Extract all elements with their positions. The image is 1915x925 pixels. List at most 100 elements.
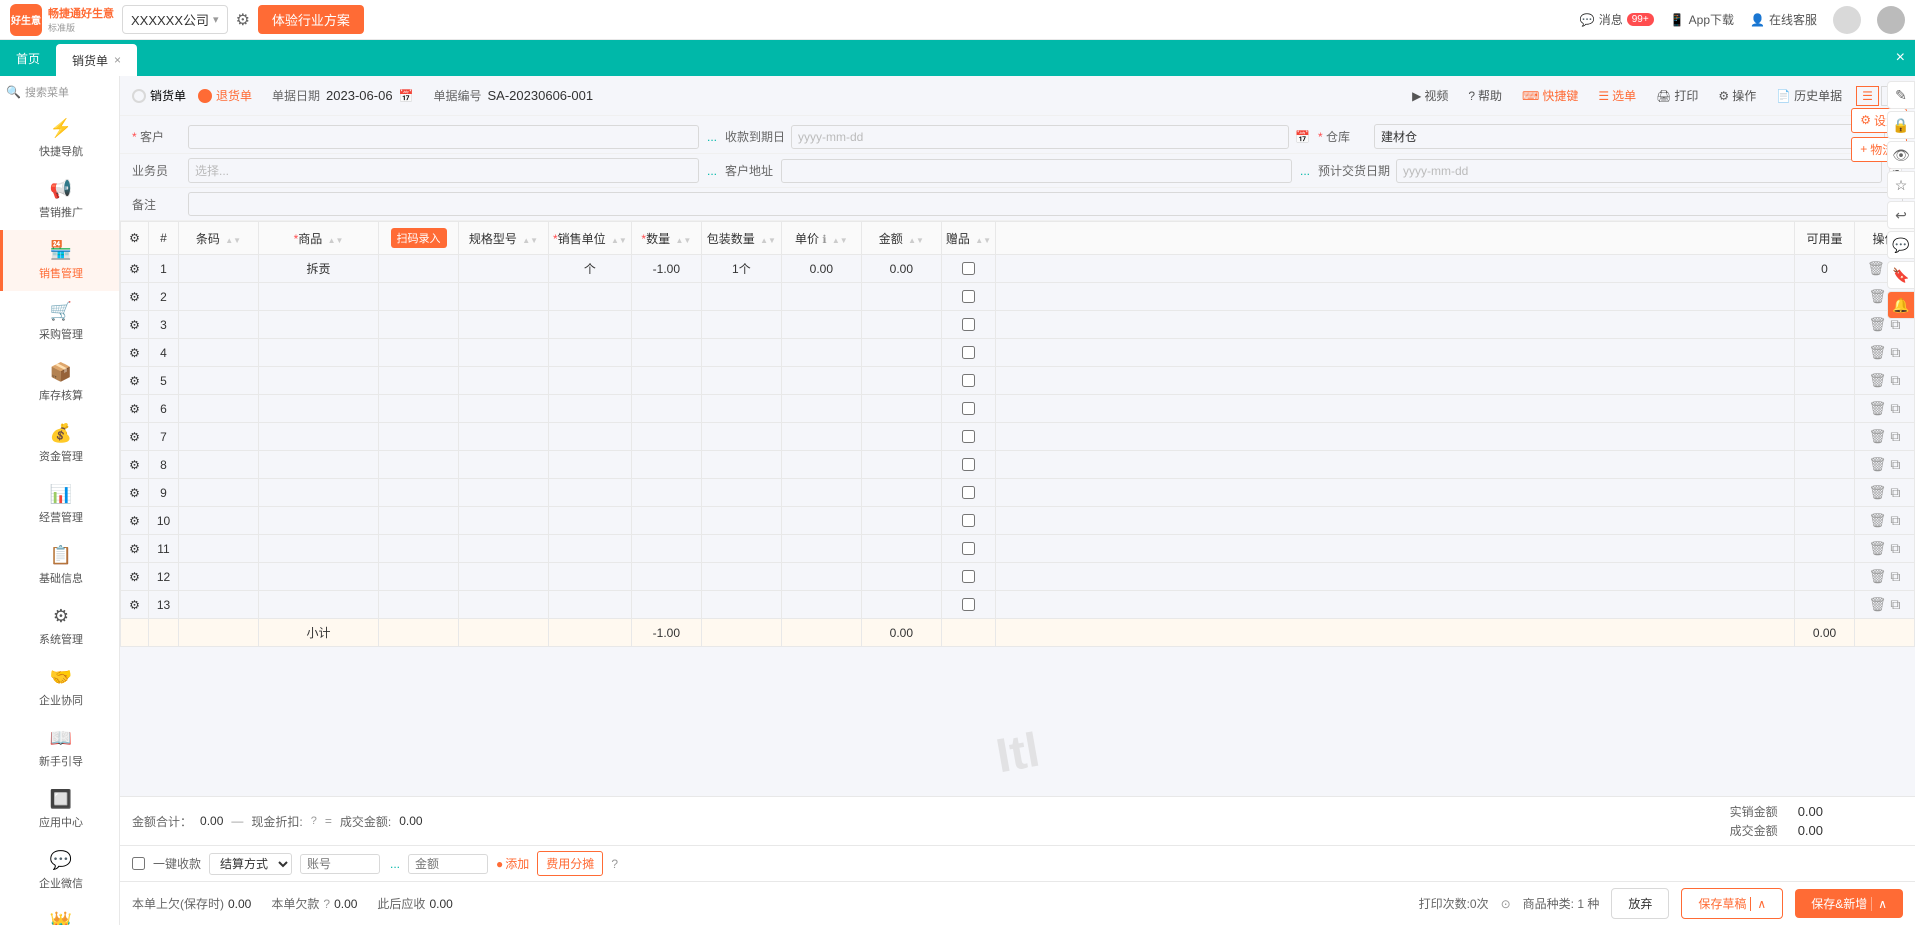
- discount-info-icon[interactable]: ?: [311, 815, 317, 827]
- sidebar-item-base-info[interactable]: 📋 基础信息: [0, 535, 119, 596]
- trial-btn[interactable]: 体验行业方案: [258, 5, 364, 34]
- customer-input[interactable]: [188, 125, 699, 149]
- side-float-lock[interactable]: 🔒: [1887, 111, 1915, 139]
- r9-settings[interactable]: ⚙: [121, 479, 149, 507]
- company-selector[interactable]: XXXXXX公司 ▾: [122, 5, 228, 34]
- toolbar-shortcut[interactable]: ⌨ 快捷键: [1516, 84, 1584, 107]
- row1-product[interactable]: 拆贡: [259, 255, 379, 283]
- r4-settings[interactable]: ⚙: [121, 339, 149, 367]
- r13-gift[interactable]: [962, 598, 975, 611]
- row1-pack[interactable]: 1个: [701, 255, 781, 283]
- r4-del[interactable]: 🗑: [1869, 344, 1887, 360]
- salesperson-input[interactable]: 选择...: [188, 158, 699, 183]
- row1-qty[interactable]: -1.00: [631, 255, 701, 283]
- r6-gift[interactable]: [962, 402, 975, 415]
- payment-method-select[interactable]: 结算方式: [209, 853, 292, 875]
- toolbar-video[interactable]: ▶ 视频: [1406, 84, 1454, 107]
- sidebar-item-app-center[interactable]: 🔲 应用中心: [0, 779, 119, 840]
- online-service-btn[interactable]: 👤 在线客服: [1750, 11, 1817, 28]
- expected-date-input[interactable]: yyyy-mm-dd: [1396, 159, 1882, 183]
- r4-gift[interactable]: [962, 346, 975, 359]
- r5-del[interactable]: 🗑: [1869, 372, 1887, 388]
- save-new-btn[interactable]: 保存&新增 ∧: [1795, 889, 1903, 918]
- sidebar-item-sales[interactable]: 🏪 销售管理: [0, 230, 119, 291]
- r11-copy[interactable]: ⧉: [1890, 540, 1900, 556]
- warehouse-input[interactable]: 建材仓: [1374, 124, 1885, 149]
- radio-sales[interactable]: 销货单: [132, 87, 186, 104]
- r5-copy[interactable]: ⧉: [1890, 372, 1900, 388]
- row1-unit[interactable]: 个: [549, 255, 632, 283]
- sidebar-search[interactable]: 🔍 搜索菜单: [0, 76, 119, 108]
- r3-gift[interactable]: [962, 318, 975, 331]
- tab-bar-close-icon[interactable]: ×: [1896, 49, 1905, 67]
- r9-copy[interactable]: ⧉: [1890, 484, 1900, 500]
- r4-copy[interactable]: ⧉: [1890, 344, 1900, 360]
- r9-gift[interactable]: [962, 486, 975, 499]
- row1-gift-checkbox[interactable]: [962, 262, 975, 275]
- row1-amount[interactable]: 0.00: [861, 255, 941, 283]
- tab-home[interactable]: 首页: [0, 40, 56, 76]
- r2-settings[interactable]: ⚙: [121, 283, 149, 311]
- r7-settings[interactable]: ⚙: [121, 423, 149, 451]
- side-float-refresh[interactable]: ↩: [1887, 201, 1915, 229]
- customer-addr-dots[interactable]: ...: [1300, 164, 1310, 178]
- r13-settings[interactable]: ⚙: [121, 591, 149, 619]
- r9-del[interactable]: 🗑: [1869, 484, 1887, 500]
- receive-date-input[interactable]: yyyy-mm-dd: [791, 125, 1289, 149]
- r7-gift[interactable]: [962, 430, 975, 443]
- r5-settings[interactable]: ⚙: [121, 367, 149, 395]
- save-draft-btn[interactable]: 保存草稿 ∧: [1681, 888, 1783, 919]
- r10-settings[interactable]: ⚙: [121, 507, 149, 535]
- r12-copy[interactable]: ⧉: [1890, 568, 1900, 584]
- message-btn[interactable]: 💬 消息 99+: [1580, 11, 1654, 28]
- customer-dots[interactable]: ...: [707, 130, 717, 144]
- sidebar-item-purchase[interactable]: 🛒 采购管理: [0, 291, 119, 352]
- r10-copy[interactable]: ⧉: [1890, 512, 1900, 528]
- one-click-checkbox[interactable]: [132, 857, 145, 870]
- r11-settings[interactable]: ⚙: [121, 535, 149, 563]
- list-view-btn[interactable]: ☰: [1856, 86, 1879, 106]
- r11-gift[interactable]: [962, 542, 975, 555]
- r13-del[interactable]: 🗑: [1869, 596, 1887, 612]
- salesperson-dots[interactable]: ...: [707, 164, 717, 178]
- app-download-btn[interactable]: 📱 App下载: [1670, 11, 1734, 28]
- sidebar-item-finance[interactable]: 💰 资金管理: [0, 413, 119, 474]
- side-float-eye[interactable]: 👁: [1887, 141, 1915, 169]
- r2-del[interactable]: 🗑: [1869, 288, 1887, 304]
- account-dots[interactable]: ...: [390, 857, 400, 871]
- r8-del[interactable]: 🗑: [1869, 456, 1887, 472]
- sidebar-item-inventory[interactable]: 📦 库存核算: [0, 352, 119, 413]
- row1-delete-icon[interactable]: 🗑: [1867, 260, 1885, 276]
- r11-del[interactable]: 🗑: [1869, 540, 1887, 556]
- toolbar-print[interactable]: 🖨 打印: [1650, 84, 1704, 107]
- row1-settings[interactable]: ⚙: [121, 255, 149, 283]
- sidebar-item-member[interactable]: 👑 畅会员: [0, 901, 119, 925]
- row1-gift[interactable]: [941, 255, 995, 283]
- r7-copy[interactable]: ⧉: [1890, 428, 1900, 444]
- sidebar-item-operations[interactable]: 📊 经营管理: [0, 474, 119, 535]
- toolbar-operation[interactable]: ⚙ 操作: [1712, 84, 1762, 107]
- r8-settings[interactable]: ⚙: [121, 451, 149, 479]
- r12-settings[interactable]: ⚙: [121, 563, 149, 591]
- row1-barcode[interactable]: [179, 255, 259, 283]
- settings-icon[interactable]: ⚙: [236, 10, 250, 30]
- row1-spec[interactable]: [459, 255, 549, 283]
- toolbar-history[interactable]: 📄 历史单据: [1770, 84, 1848, 107]
- sidebar-item-marketing[interactable]: 📢 营销推广: [0, 169, 119, 230]
- r6-copy[interactable]: ⧉: [1890, 400, 1900, 416]
- toolbar-select[interactable]: ☰ 选单: [1592, 84, 1642, 107]
- sidebar-item-system[interactable]: ⚙ 系统管理: [0, 596, 119, 657]
- r13-copy[interactable]: ⧉: [1890, 596, 1900, 612]
- toolbar-help[interactable]: ? 帮助: [1462, 84, 1508, 107]
- add-payment-btn[interactable]: ● 添加: [496, 855, 529, 872]
- account-input[interactable]: [300, 854, 380, 874]
- abandon-btn[interactable]: 放弃: [1611, 888, 1669, 919]
- avatar[interactable]: [1833, 6, 1861, 34]
- expense-btn[interactable]: 费用分摊: [537, 851, 603, 876]
- receive-date-calendar[interactable]: 📅: [1295, 130, 1310, 144]
- side-float-bookmark[interactable]: 🔖: [1887, 261, 1915, 289]
- col-settings-header[interactable]: ⚙: [121, 222, 149, 255]
- customer-addr-input[interactable]: [781, 159, 1292, 183]
- r10-gift[interactable]: [962, 514, 975, 527]
- total-owed-question[interactable]: ?: [323, 897, 330, 911]
